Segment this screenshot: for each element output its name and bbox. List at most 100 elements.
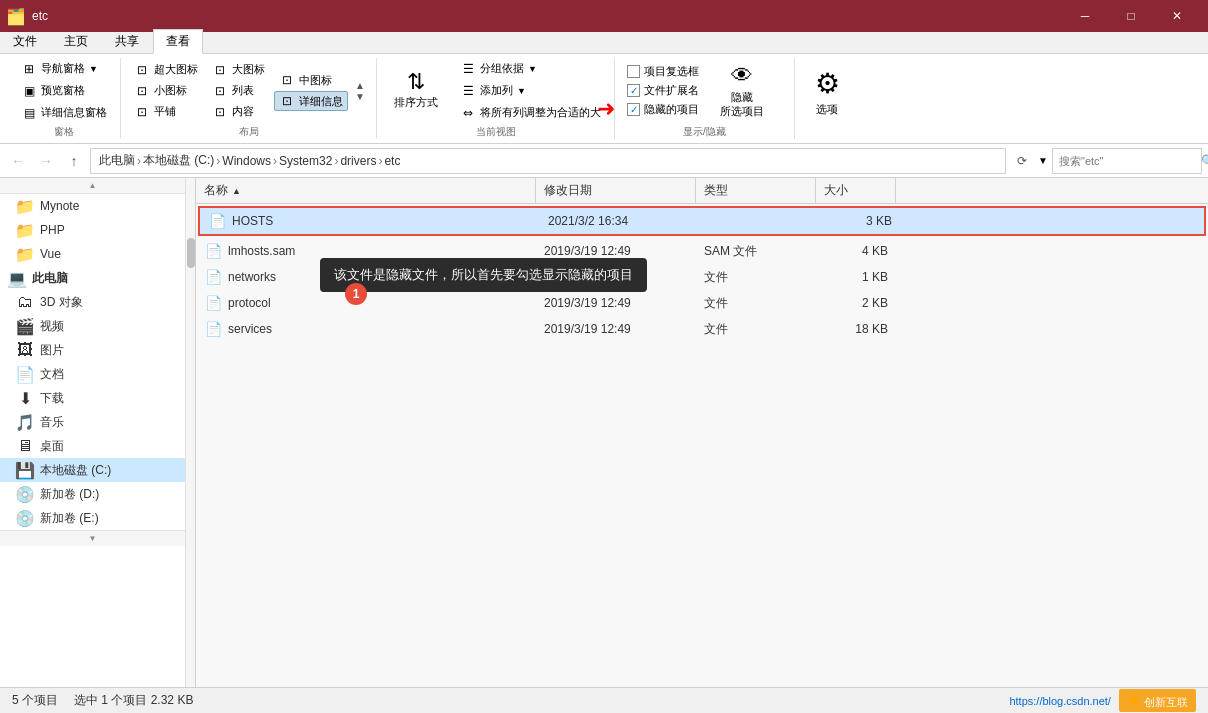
navigation-pane-button[interactable]: ⊞ 导航窗格 ▼ bbox=[16, 59, 112, 79]
sidebar-label-drive-e: 新加卷 (E:) bbox=[40, 510, 99, 527]
options-icon: ⚙ bbox=[815, 67, 840, 100]
sidebar-label-downloads: 下载 bbox=[40, 390, 64, 407]
address-path[interactable]: 此电脑 › 本地磁盘 (C:) › Windows › System32 › d… bbox=[90, 148, 1006, 174]
annotation-bubble: 1 bbox=[345, 283, 367, 305]
group-by-button[interactable]: ☰ 分组依据 ▼ bbox=[455, 59, 606, 79]
dropdown-button[interactable]: ▼ bbox=[1038, 155, 1048, 166]
nav-pane-icon: ⊞ bbox=[21, 61, 37, 77]
checkbox-item-hidden[interactable]: 隐藏的项目 bbox=[623, 101, 703, 118]
medium-icon-btn[interactable]: ⊡ 中图标 bbox=[274, 70, 348, 90]
minimize-button[interactable]: ─ bbox=[1062, 0, 1108, 32]
hide-icon: 👁 bbox=[731, 63, 753, 89]
tab-home[interactable]: 主页 bbox=[51, 29, 101, 53]
hidden-checkbox[interactable] bbox=[627, 103, 640, 116]
sidebar-label-video: 视频 bbox=[40, 318, 64, 335]
sidebar-label-3d: 3D 对象 bbox=[40, 294, 83, 311]
sidebar-item-drive-d[interactable]: 💿 新加卷 (D:) bbox=[0, 482, 185, 506]
video-icon: 🎬 bbox=[16, 317, 34, 335]
show-hide-label: 显示/隐藏 bbox=[623, 123, 786, 139]
sidebar-item-3d[interactable]: 🗂 3D 对象 bbox=[0, 290, 185, 314]
hosts-name-cell: 📄 HOSTS bbox=[200, 210, 540, 232]
desktop-icon: 🖥 bbox=[16, 437, 34, 455]
checkbox-item-markers[interactable]: 项目复选框 bbox=[623, 63, 703, 80]
hosts-file-row[interactable]: 📄 HOSTS 2021/3/2 16:34 3 KB bbox=[198, 206, 1206, 236]
refresh-button[interactable]: ⟳ bbox=[1010, 149, 1034, 173]
checkbox-item-ext[interactable]: 文件扩展名 bbox=[623, 82, 703, 99]
content-btn[interactable]: ⊡ 内容 bbox=[207, 102, 270, 122]
details-btn[interactable]: ⊡ 详细信息 bbox=[274, 91, 348, 111]
maximize-button[interactable]: □ bbox=[1108, 0, 1154, 32]
services-size-cell: 18 KB bbox=[816, 320, 896, 338]
tab-file[interactable]: 文件 bbox=[0, 29, 50, 53]
tile-btn[interactable]: ⊡ 平铺 bbox=[129, 102, 203, 122]
path-computer: 此电脑 bbox=[99, 152, 135, 169]
status-selected: 选中 1 个项目 2.32 KB bbox=[74, 692, 193, 709]
small-icon-btn[interactable]: ⊡ 小图标 bbox=[129, 81, 203, 101]
sidebar-label-php: PHP bbox=[40, 223, 65, 237]
hosts-date-cell: 2021/3/2 16:34 bbox=[540, 212, 700, 230]
col-header-date[interactable]: 修改日期 bbox=[536, 178, 696, 203]
3d-icon: 🗂 bbox=[16, 293, 34, 311]
sidebar-item-pictures[interactable]: 🖼 图片 bbox=[0, 338, 185, 362]
downloads-icon: ⬇ bbox=[16, 389, 34, 407]
services-type-cell: 文件 bbox=[696, 319, 816, 340]
scroll-down-area[interactable]: ▼ bbox=[0, 530, 185, 546]
sidebar-item-vue[interactable]: 📁 Vue bbox=[0, 242, 185, 266]
drive-d-icon: 💿 bbox=[16, 485, 34, 503]
forward-button[interactable]: → bbox=[34, 149, 58, 173]
add-column-button[interactable]: ☰ 添加列 ▼ bbox=[455, 81, 606, 101]
docs-icon: 📄 bbox=[16, 365, 34, 383]
sidebar-item-drive-e[interactable]: 💿 新加卷 (E:) bbox=[0, 506, 185, 530]
protocol-type-cell: 文件 bbox=[696, 293, 816, 314]
path-system32: System32 bbox=[279, 154, 332, 168]
sidebar: ▲ 📁 Mynote 📁 PHP 📁 Vue bbox=[0, 178, 185, 687]
sidebar-scrollbar-thumb[interactable] bbox=[187, 238, 195, 268]
services-filename: services bbox=[228, 322, 272, 336]
markers-checkbox[interactable] bbox=[627, 65, 640, 78]
music-icon: 🎵 bbox=[16, 413, 34, 431]
path-drivers: drivers bbox=[340, 154, 376, 168]
sort-by-button[interactable]: ⇅ 排序方式 bbox=[385, 66, 447, 115]
back-button[interactable]: ← bbox=[6, 149, 30, 173]
tab-share[interactable]: 共享 bbox=[102, 29, 152, 53]
services-date-cell: 2019/3/19 12:49 bbox=[536, 320, 696, 338]
sidebar-item-music[interactable]: 🎵 音乐 bbox=[0, 410, 185, 434]
services-name-cell: 📄 services bbox=[196, 318, 536, 340]
list-btn[interactable]: ⊡ 列表 bbox=[207, 81, 270, 101]
services-file-row[interactable]: 📄 services 2019/3/19 12:49 文件 18 KB bbox=[196, 316, 1208, 342]
col-header-size[interactable]: 大小 bbox=[816, 178, 896, 203]
search-box[interactable]: 🔍 bbox=[1052, 148, 1202, 174]
hide-selected-button[interactable]: 👁 隐藏所选项目 bbox=[711, 58, 773, 122]
sidebar-item-thispc[interactable]: 💻 此电脑 bbox=[0, 266, 185, 290]
sidebar-item-docs[interactable]: 📄 文档 bbox=[0, 362, 185, 386]
sidebar-item-desktop[interactable]: 🖥 桌面 bbox=[0, 434, 185, 458]
search-input[interactable] bbox=[1059, 155, 1197, 167]
drive-e-icon: 💿 bbox=[16, 509, 34, 527]
layout-scroll-down[interactable]: ▼ bbox=[355, 91, 365, 102]
sidebar-item-mynote[interactable]: 📁 Mynote bbox=[0, 194, 185, 218]
options-button[interactable]: ⚙ 选项 bbox=[803, 58, 851, 126]
sidebar-item-video[interactable]: 🎬 视频 bbox=[0, 314, 185, 338]
tab-view[interactable]: 查看 bbox=[153, 29, 203, 54]
close-button[interactable]: ✕ bbox=[1154, 0, 1200, 32]
fit-columns-button[interactable]: ⇔ 将所有列调整为合适的大 ➜ bbox=[455, 103, 606, 123]
up-button[interactable]: ↑ bbox=[62, 149, 86, 173]
options-label bbox=[826, 126, 829, 139]
col-header-name[interactable]: 名称 ▲ bbox=[196, 178, 536, 203]
hosts-type-cell bbox=[700, 219, 820, 223]
protocol-filename: protocol bbox=[228, 296, 271, 310]
ext-checkbox[interactable] bbox=[627, 84, 640, 97]
col-header-type[interactable]: 类型 bbox=[696, 178, 816, 203]
scroll-up-area[interactable]: ▲ bbox=[0, 178, 185, 194]
sidebar-item-php[interactable]: 📁 PHP bbox=[0, 218, 185, 242]
details-pane-button[interactable]: ▤ 详细信息窗格 bbox=[16, 103, 112, 123]
layout-scroll-up[interactable]: ▲ bbox=[355, 80, 365, 91]
sidebar-item-drive-c[interactable]: 💾 本地磁盘 (C:) bbox=[0, 458, 185, 482]
lmhosts-type-cell: SAM 文件 bbox=[696, 241, 816, 262]
extra-large-icon-btn[interactable]: ⊡ 超大图标 bbox=[129, 60, 203, 80]
preview-pane-button[interactable]: ▣ 预览窗格 bbox=[16, 81, 112, 101]
large-icon-btn[interactable]: ⊡ 大图标 bbox=[207, 60, 270, 80]
sidebar-scrollbar[interactable] bbox=[185, 178, 195, 687]
protocol-size-cell: 2 KB bbox=[816, 294, 896, 312]
sidebar-item-downloads[interactable]: ⬇ 下载 bbox=[0, 386, 185, 410]
